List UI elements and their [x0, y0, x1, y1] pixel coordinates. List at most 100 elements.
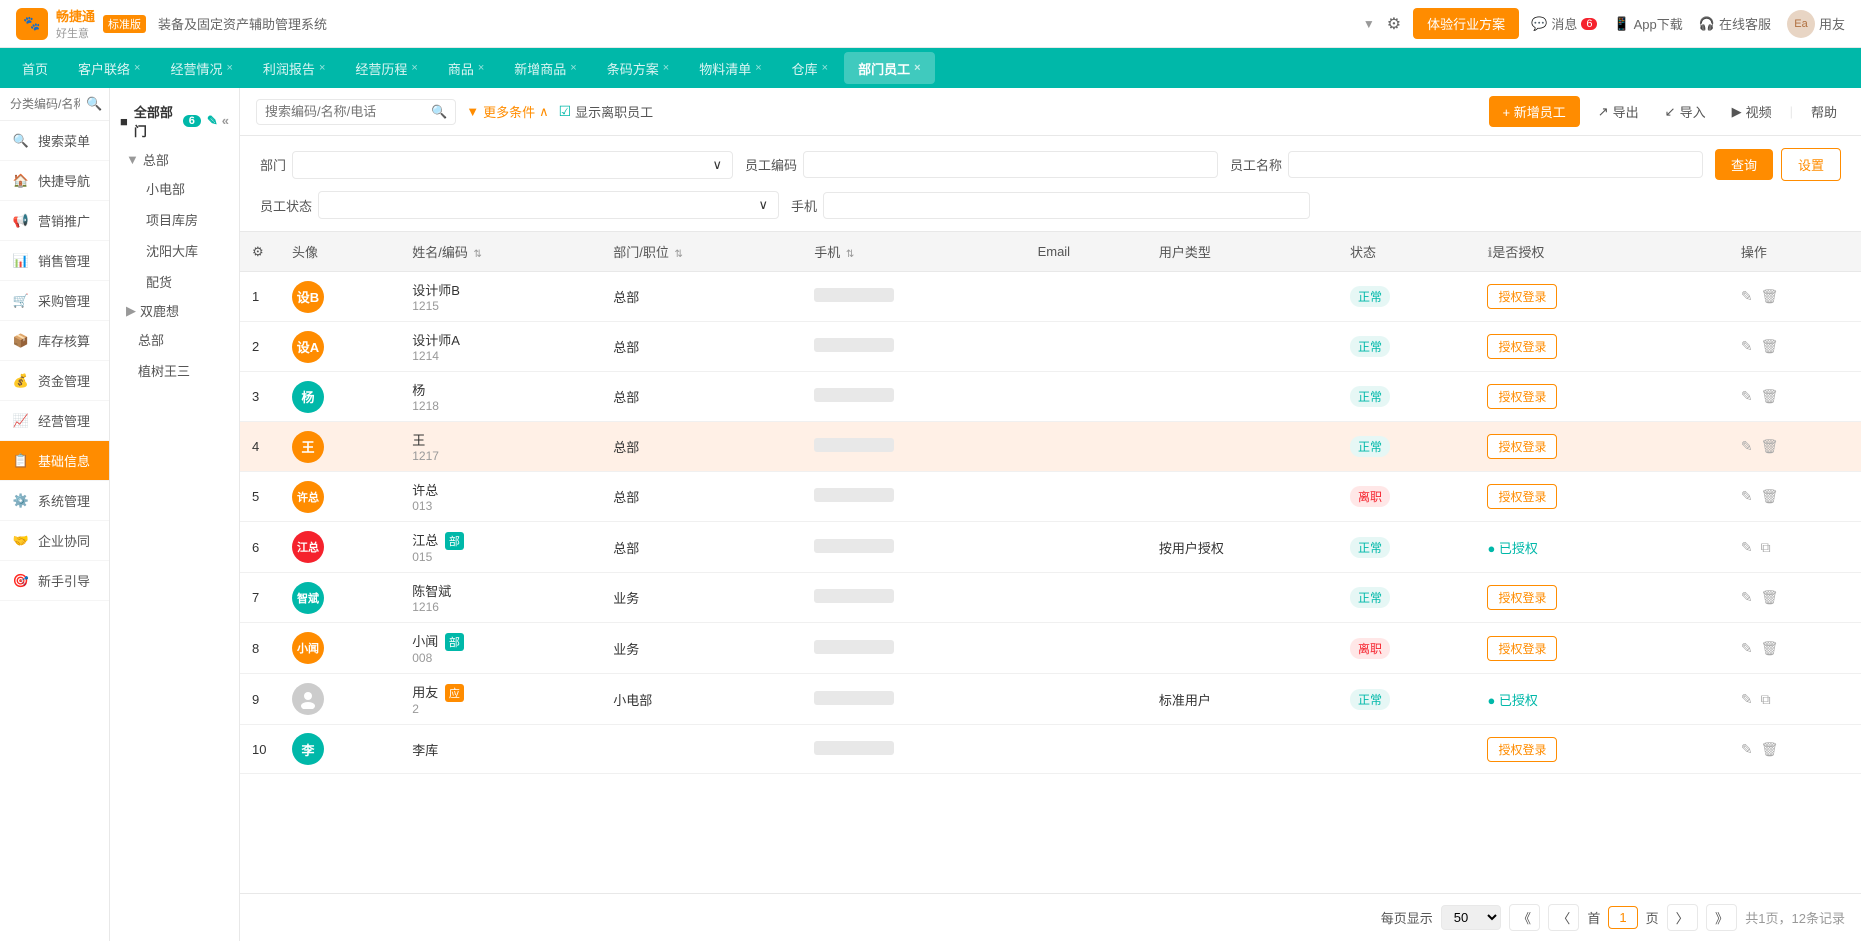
more-filter-button[interactable]: ▼ 更多条件 ∧: [466, 102, 548, 121]
tab-warehouse[interactable]: 仓库×: [778, 52, 842, 84]
sidebar-search-input[interactable]: [10, 97, 80, 111]
edit-icon[interactable]: ✎: [1741, 741, 1753, 758]
auth-button[interactable]: 授权登录: [1487, 384, 1557, 409]
edit-icon[interactable]: ✎: [1741, 589, 1753, 606]
sidebar-item-sales[interactable]: 📊 销售管理: [0, 241, 109, 281]
auth-button[interactable]: 授权登录: [1487, 636, 1557, 661]
tab-barcode[interactable]: 条码方案×: [593, 52, 683, 84]
dept-item-xianmukufang[interactable]: 项目库房: [118, 204, 239, 235]
dept-select[interactable]: ∨: [292, 151, 733, 179]
close-icon[interactable]: ×: [570, 62, 576, 74]
sidebar-item-basic[interactable]: 📋 基础信息: [0, 441, 109, 481]
delete-icon[interactable]: 🗑: [1761, 438, 1779, 455]
col-phone[interactable]: 手机 ⇅: [802, 232, 1025, 272]
auth-button[interactable]: 授权登录: [1487, 737, 1557, 762]
edit-icon[interactable]: ✎: [1741, 691, 1753, 708]
edit-icon[interactable]: ✎: [1741, 388, 1753, 405]
close-icon[interactable]: ×: [914, 62, 920, 74]
edit-icon[interactable]: ✎: [1741, 488, 1753, 505]
query-button[interactable]: 查询: [1715, 149, 1773, 180]
close-icon[interactable]: ×: [226, 62, 232, 74]
tab-bom[interactable]: 物料清单×: [685, 52, 775, 84]
tab-profit[interactable]: 利润报告×: [249, 52, 339, 84]
phone-input[interactable]: [823, 192, 1310, 219]
auth-button[interactable]: 授权登录: [1487, 334, 1557, 359]
message-button[interactable]: 💬 消息 6: [1531, 14, 1597, 33]
delete-icon[interactable]: 🗑: [1761, 288, 1779, 305]
edit-icon[interactable]: ✎: [1741, 338, 1753, 355]
auth-button[interactable]: 授权登录: [1487, 585, 1557, 610]
close-icon[interactable]: ×: [822, 62, 828, 74]
current-page-input[interactable]: 1: [1608, 906, 1637, 929]
close-icon[interactable]: ×: [134, 62, 140, 74]
close-icon[interactable]: ×: [319, 62, 325, 74]
edit-icon[interactable]: ✎: [1741, 288, 1753, 305]
sidebar-item-system[interactable]: ⚙️ 系统管理: [0, 481, 109, 521]
trial-button[interactable]: 体验行业方案: [1413, 8, 1519, 39]
sidebar-item-purchase[interactable]: 🛒 采购管理: [0, 281, 109, 321]
dept-collapse-icon[interactable]: «: [222, 113, 229, 129]
collapse-icon[interactable]: ▼: [126, 152, 139, 167]
system-dropdown[interactable]: ▼: [1363, 17, 1375, 31]
prev-page-button[interactable]: 〈: [1548, 904, 1579, 931]
close-icon[interactable]: ×: [663, 62, 669, 74]
close-icon[interactable]: ×: [755, 62, 761, 74]
show-resign-toggle[interactable]: ☑ 显示离职员工: [559, 102, 654, 121]
sidebar-item-guide[interactable]: 🎯 新手引导: [0, 561, 109, 601]
delete-icon[interactable]: 🗑: [1761, 388, 1779, 405]
auth-button[interactable]: 授权登录: [1487, 484, 1557, 509]
sidebar-item-quicknav[interactable]: 🏠 快捷导航: [0, 161, 109, 201]
dept-item-shenyangdaku[interactable]: 沈阳大库: [118, 235, 239, 266]
edit-icon[interactable]: ✎: [1741, 539, 1753, 556]
close-icon[interactable]: ×: [411, 62, 417, 74]
sidebar-item-search[interactable]: 🔍 搜索菜单: [0, 121, 109, 161]
all-dept-label[interactable]: 全部部门: [134, 102, 177, 140]
tab-new-goods[interactable]: 新增商品×: [500, 52, 590, 84]
col-name[interactable]: 姓名/编码 ⇅: [400, 232, 601, 272]
close-icon[interactable]: ×: [478, 62, 484, 74]
search-input[interactable]: [265, 104, 425, 119]
delete-icon[interactable]: 🗑: [1761, 741, 1779, 758]
delete-icon[interactable]: 🗑: [1761, 589, 1779, 606]
export-button[interactable]: ↗ 导出: [1590, 102, 1647, 121]
next-page-button[interactable]: 〉: [1667, 904, 1698, 931]
import-button[interactable]: ↙ 导入: [1657, 102, 1714, 121]
dept-item-zhishuwangsan[interactable]: 植树王三: [118, 355, 239, 386]
set-button[interactable]: 设置: [1781, 148, 1841, 181]
add-employee-button[interactable]: + 新增员工: [1489, 96, 1580, 127]
col-settings[interactable]: ⚙: [240, 232, 280, 272]
expand-icon[interactable]: ▶: [126, 303, 136, 319]
user-menu[interactable]: Ea 用友: [1787, 10, 1845, 38]
auth-button[interactable]: 授权登录: [1487, 434, 1557, 459]
tab-department[interactable]: 部门员工×: [844, 52, 934, 84]
sidebar-item-collab[interactable]: 🤝 企业协同: [0, 521, 109, 561]
delete-icon[interactable]: 🗑: [1761, 488, 1779, 505]
emp-status-select[interactable]: ∨: [318, 191, 779, 219]
dept-item-xiaodibu[interactable]: 小电部: [118, 173, 239, 204]
sidebar-item-inventory[interactable]: 📦 库存核算: [0, 321, 109, 361]
tab-history[interactable]: 经营历程×: [341, 52, 431, 84]
copy-icon[interactable]: ⧉: [1761, 539, 1771, 556]
first-page-button[interactable]: 《: [1509, 904, 1540, 931]
page-size-select[interactable]: 50 100: [1441, 905, 1501, 930]
tab-home[interactable]: 首页: [8, 52, 62, 84]
emp-name-input[interactable]: [1288, 151, 1703, 178]
copy-icon[interactable]: ⧉: [1761, 691, 1771, 708]
delete-icon[interactable]: 🗑: [1761, 640, 1779, 657]
sidebar-item-finance[interactable]: 💰 资金管理: [0, 361, 109, 401]
emp-code-input[interactable]: [803, 151, 1218, 178]
edit-icon[interactable]: ✎: [1741, 640, 1753, 657]
help-button[interactable]: 帮助: [1803, 102, 1845, 121]
last-page-button[interactable]: 》: [1706, 904, 1737, 931]
delete-icon[interactable]: 🗑: [1761, 338, 1779, 355]
video-button[interactable]: ▶ 视频: [1724, 102, 1780, 121]
online-service-button[interactable]: 🎧 在线客服: [1699, 14, 1771, 33]
auth-button[interactable]: 授权登录: [1487, 284, 1557, 309]
tab-customer[interactable]: 客户联络×: [64, 52, 154, 84]
app-download-button[interactable]: 📱 App下载: [1613, 14, 1682, 33]
sidebar-item-marketing[interactable]: 📢 营销推广: [0, 201, 109, 241]
col-dept[interactable]: 部门/职位 ⇅: [601, 232, 802, 272]
sidebar-item-operation[interactable]: 📈 经营管理: [0, 401, 109, 441]
tab-operation[interactable]: 经营情况×: [156, 52, 246, 84]
edit-icon[interactable]: ✎: [1741, 438, 1753, 455]
